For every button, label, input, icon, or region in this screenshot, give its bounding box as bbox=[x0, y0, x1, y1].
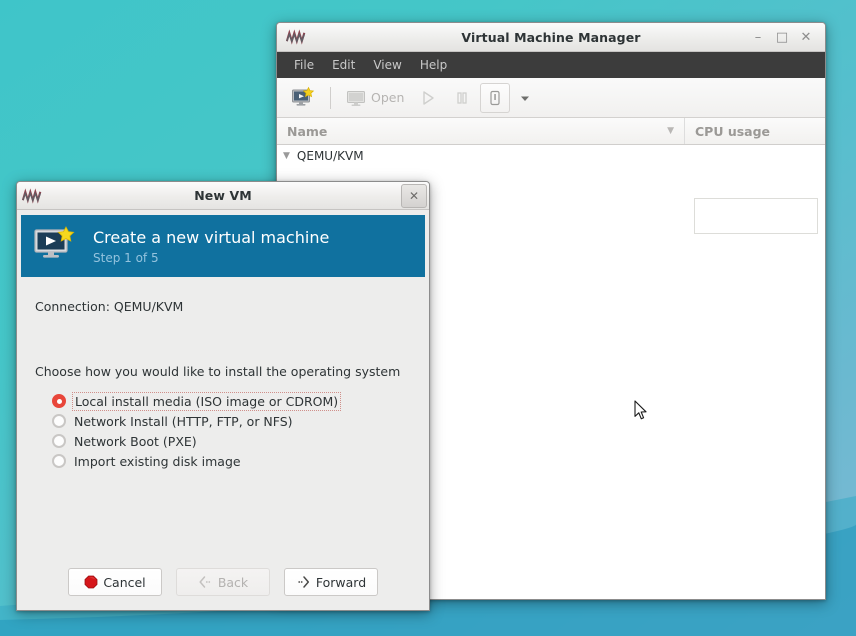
radio-label: Network Boot (PXE) bbox=[74, 433, 197, 449]
radio-unselected-icon bbox=[52, 414, 66, 428]
vm-list-column-header: Name ▼ CPU usage bbox=[277, 118, 825, 145]
radio-label: Network Install (HTTP, FTP, or NFS) bbox=[74, 413, 293, 429]
pause-button[interactable] bbox=[446, 83, 478, 113]
stop-sign-icon bbox=[84, 575, 98, 589]
install-method-prompt: Choose how you would like to install the… bbox=[35, 364, 401, 379]
radio-unselected-icon bbox=[52, 454, 66, 468]
chevron-left-icon bbox=[199, 576, 211, 588]
new-vm-button[interactable] bbox=[285, 83, 321, 113]
new-vm-heading: Create a new virtual machine bbox=[93, 227, 330, 247]
close-button[interactable]: ✕ bbox=[799, 30, 813, 44]
radio-label: Local install media (ISO image or CDROM) bbox=[71, 391, 342, 411]
table-row[interactable]: ▼ QEMU/KVM bbox=[277, 145, 825, 167]
open-button-label: Open bbox=[371, 90, 405, 105]
shutdown-button[interactable] bbox=[480, 82, 511, 113]
back-button[interactable]: Back bbox=[176, 568, 270, 596]
desktop: Virtual Machine Manager – □ ✕ File Edit … bbox=[0, 0, 856, 636]
radio-selected-icon bbox=[52, 394, 66, 408]
vmm-window-title: Virtual Machine Manager bbox=[461, 29, 641, 45]
forward-button-label: Forward bbox=[315, 574, 367, 590]
radio-import-existing-disk[interactable]: Import existing disk image bbox=[52, 451, 411, 471]
vmm-logo-icon bbox=[22, 187, 42, 204]
radio-local-install-media[interactable]: Local install media (ISO image or CDROM) bbox=[52, 391, 411, 411]
radio-unselected-icon bbox=[52, 434, 66, 448]
cpu-usage-sparkline bbox=[694, 198, 818, 234]
open-button[interactable]: Open bbox=[340, 83, 410, 113]
radio-network-boot-pxe[interactable]: Network Boot (PXE) bbox=[52, 431, 411, 451]
chevron-down-icon bbox=[521, 96, 530, 101]
connection-label: Connection: QEMU/KVM bbox=[35, 299, 184, 314]
menu-item-help[interactable]: Help bbox=[411, 55, 456, 75]
menu-item-file[interactable]: File bbox=[285, 55, 323, 75]
connection-row-label: QEMU/KVM bbox=[296, 149, 364, 163]
cancel-button-label: Cancel bbox=[103, 574, 146, 590]
maximize-button[interactable]: □ bbox=[775, 30, 789, 44]
close-icon[interactable]: ✕ bbox=[401, 184, 427, 208]
new-vm-dialog: New VM ✕ Create a new virtual machine St… bbox=[16, 181, 430, 611]
new-vm-icon bbox=[292, 86, 315, 106]
cancel-button[interactable]: Cancel bbox=[68, 568, 162, 596]
install-method-radio-group: Local install media (ISO image or CDROM)… bbox=[35, 391, 411, 471]
vmm-toolbar: Open bbox=[277, 78, 825, 118]
sort-caret-icon: ▼ bbox=[667, 126, 674, 136]
radio-label: Import existing disk image bbox=[74, 453, 241, 469]
back-button-label: Back bbox=[217, 574, 249, 590]
column-header-name-label: Name bbox=[287, 123, 328, 139]
new-vm-titlebar[interactable]: New VM ✕ bbox=[17, 182, 429, 210]
run-button[interactable] bbox=[412, 83, 444, 113]
vmm-logo-icon bbox=[286, 29, 306, 45]
radio-network-install[interactable]: Network Install (HTTP, FTP, or NFS) bbox=[52, 411, 411, 431]
vmm-menubar: File Edit View Help bbox=[277, 52, 825, 78]
open-monitor-icon bbox=[347, 90, 365, 106]
new-vm-dialog-title: New VM bbox=[194, 188, 252, 203]
vmm-window-controls: – □ ✕ bbox=[751, 30, 821, 44]
pause-icon bbox=[457, 91, 468, 104]
column-header-name[interactable]: Name ▼ bbox=[277, 118, 685, 144]
forward-button[interactable]: Forward bbox=[284, 568, 378, 596]
minimize-button[interactable]: – bbox=[751, 30, 765, 44]
play-icon bbox=[423, 90, 435, 105]
column-header-cpu-usage[interactable]: CPU usage bbox=[685, 118, 825, 144]
shutdown-dropdown-button[interactable] bbox=[512, 83, 538, 113]
menu-item-view[interactable]: View bbox=[364, 55, 410, 75]
menu-item-edit[interactable]: Edit bbox=[323, 55, 364, 75]
vmm-titlebar[interactable]: Virtual Machine Manager – □ ✕ bbox=[277, 23, 825, 52]
toolbar-separator bbox=[330, 86, 331, 109]
new-vm-body: Connection: QEMU/KVM Choose how you woul… bbox=[17, 277, 429, 471]
new-vm-header-text: Create a new virtual machine Step 1 of 5 bbox=[93, 228, 329, 265]
new-vm-footer: Cancel Back Forward bbox=[17, 554, 429, 610]
chevron-right-icon bbox=[298, 576, 309, 588]
shutdown-icon bbox=[490, 90, 500, 105]
tree-expander-icon[interactable]: ▼ bbox=[283, 151, 290, 161]
new-vm-step-indicator: Step 1 of 5 bbox=[93, 250, 159, 265]
column-header-cpu-label: CPU usage bbox=[695, 123, 771, 139]
new-vm-header-banner: Create a new virtual machine Step 1 of 5 bbox=[21, 215, 425, 277]
new-vm-monitor-star-icon bbox=[34, 226, 75, 258]
